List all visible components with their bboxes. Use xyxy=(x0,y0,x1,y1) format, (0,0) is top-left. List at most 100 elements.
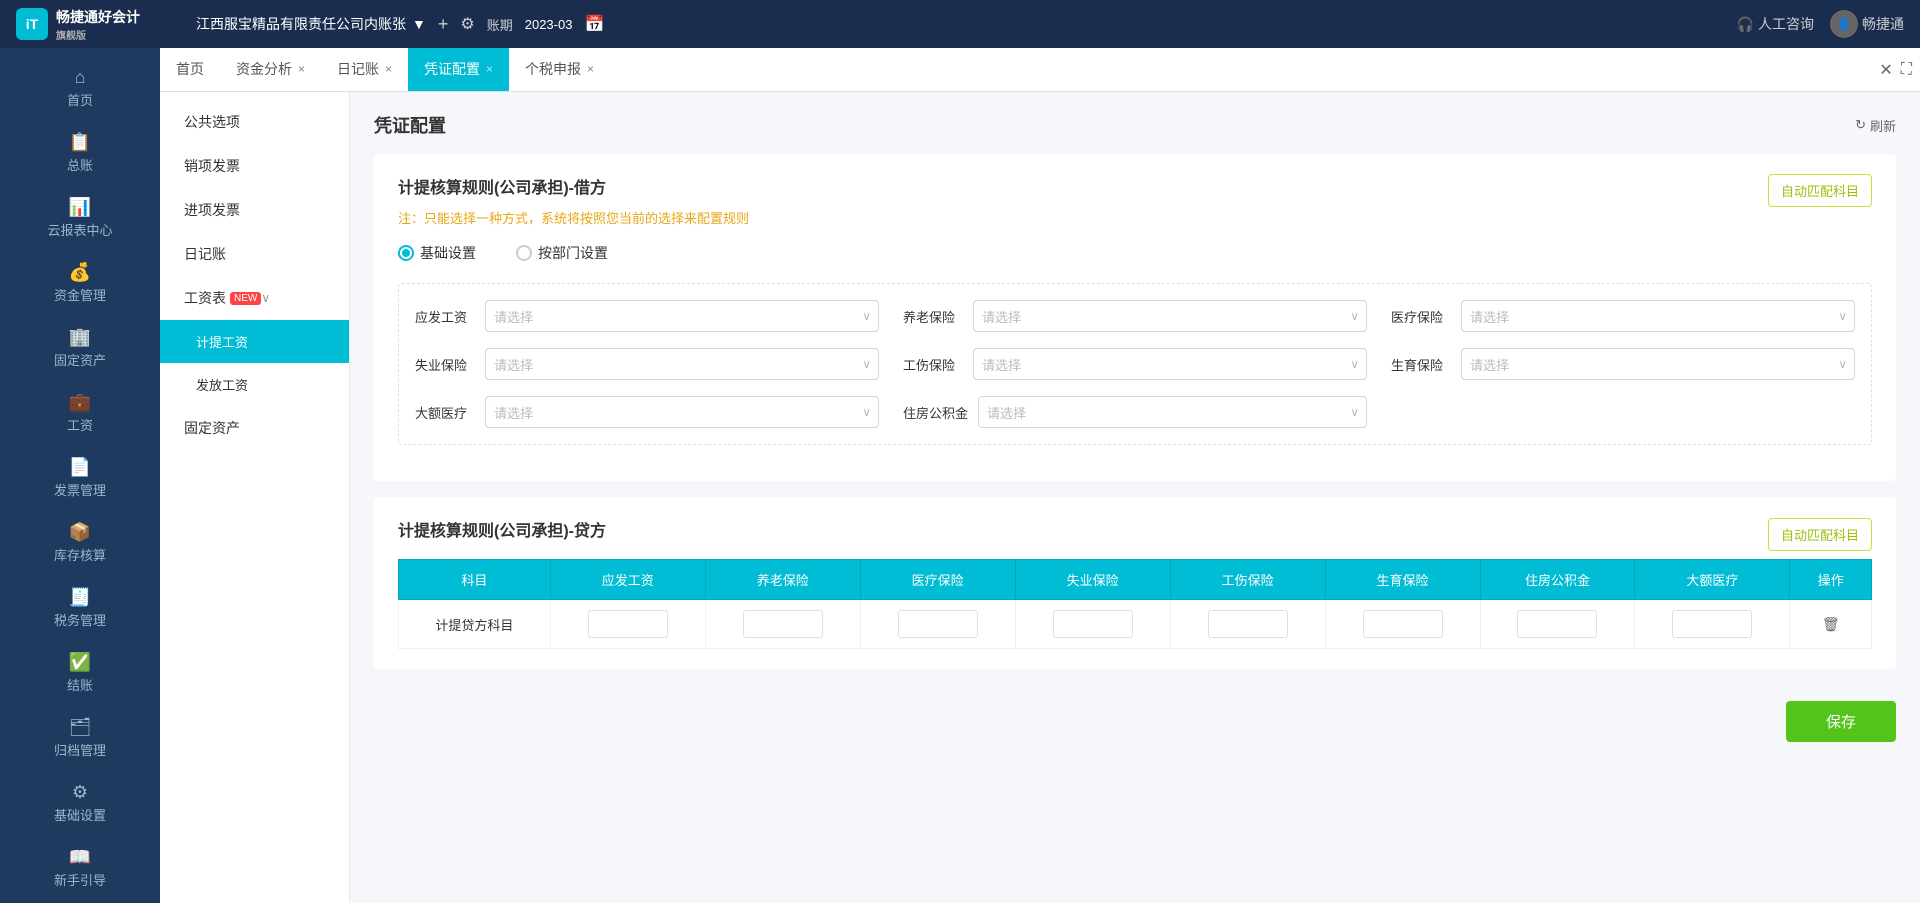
debit-auto-match-btn[interactable]: 自动匹配科目 xyxy=(1768,174,1872,207)
sidebar-label-report: 云报表中心 xyxy=(47,220,112,239)
support-btn[interactable]: 🎧 人工咨询 xyxy=(1737,14,1814,34)
radio-dept-circle xyxy=(516,245,532,261)
sidebar-item-settlement[interactable]: ✅ 结账 xyxy=(0,641,160,706)
calendar-icon[interactable]: 📅 xyxy=(584,14,604,34)
input-large-medical[interactable] xyxy=(1672,610,1752,638)
cell-pension-input xyxy=(705,600,860,649)
page-title-bar: 凭证配置 ↻ 刷新 xyxy=(374,112,1896,138)
app-logo: iT 畅捷通好会计 旗舰版 xyxy=(16,7,176,42)
input-maternity[interactable] xyxy=(1363,610,1443,638)
tab-fund-analysis-label: 资金分析 xyxy=(236,59,292,79)
select-unemployment[interactable]: 请选择 ∨ xyxy=(485,348,879,380)
fixed-assets-icon: 🏢 xyxy=(69,328,91,346)
delete-row-btn[interactable]: 🗑 xyxy=(1822,616,1840,632)
label-medical: 医疗保险 xyxy=(1391,307,1451,326)
radio-department[interactable]: 按部门设置 xyxy=(516,243,608,263)
tab-home[interactable]: 首页 xyxy=(160,48,220,91)
tab-tax-report-close[interactable]: × xyxy=(587,62,594,76)
input-payroll[interactable] xyxy=(588,610,668,638)
left-nav: 公共选项 销项发票 进项发票 日记账 工资表 NEW ∨ 计提工资 xyxy=(160,92,350,903)
sidebar-item-tax[interactable]: 🧾 税务管理 xyxy=(0,576,160,641)
select-medical[interactable]: 请选择 ∨ xyxy=(1461,300,1855,332)
nav-sales-invoice[interactable]: 销项发票 xyxy=(160,144,349,188)
radio-basic-circle xyxy=(398,245,414,261)
form-row-pension: 养老保险 请选择 ∨ xyxy=(903,300,1367,332)
tab-close-window[interactable]: ✕ xyxy=(1879,60,1892,80)
tab-voucher-config-label: 凭证配置 xyxy=(424,59,480,79)
radio-basic[interactable]: 基础设置 xyxy=(398,243,476,263)
company-selector[interactable]: 江西服宝精品有限责任公司内账张 ▼ xyxy=(196,14,426,34)
tab-expand[interactable]: ⛶ xyxy=(1901,61,1912,79)
tab-tax-report[interactable]: 个税申报 × xyxy=(509,48,610,91)
col-medical: 医疗保险 xyxy=(860,560,1015,600)
label-payroll: 应发工资 xyxy=(415,307,475,326)
add-button[interactable]: + xyxy=(438,14,449,35)
tab-journal[interactable]: 日记账 × xyxy=(321,48,408,91)
tab-home-label: 首页 xyxy=(176,59,204,79)
sidebar-label-salary: 工资 xyxy=(67,415,93,434)
sidebar-item-cloud-report[interactable]: 📊 云报表中心 xyxy=(0,186,160,251)
cell-medical-input xyxy=(860,600,1015,649)
input-unemployment[interactable] xyxy=(1053,610,1133,638)
sidebar-item-basic-settings[interactable]: ⚙ 基础设置 xyxy=(0,771,160,836)
debit-form-grid: 应发工资 请选择 ∨ 养老保险 请选择 ∨ xyxy=(398,283,1872,445)
select-housing-fund[interactable]: 请选择 ∨ xyxy=(978,396,1367,428)
input-housing-fund[interactable] xyxy=(1517,610,1597,638)
nav-fixed-assets[interactable]: 固定资产 xyxy=(160,406,349,450)
nav-calc-salary[interactable]: 计提工资 xyxy=(160,320,349,363)
refresh-button[interactable]: ↻ 刷新 xyxy=(1855,116,1896,135)
nav-public-options[interactable]: 公共选项 xyxy=(160,100,349,144)
form-row-payroll: 应发工资 请选择 ∨ xyxy=(415,300,879,332)
sidebar-label-settlement: 结账 xyxy=(67,675,93,694)
nav-salary-table-group[interactable]: 工资表 NEW ∨ xyxy=(160,276,349,320)
select-pension[interactable]: 请选择 ∨ xyxy=(973,300,1367,332)
select-maternity-display: 请选择 xyxy=(1461,348,1855,380)
sidebar-item-fund[interactable]: 💰 资金管理 xyxy=(0,251,160,316)
sidebar-item-general-ledger[interactable]: 📋 总账 xyxy=(0,121,160,186)
credit-auto-match-btn[interactable]: 自动匹配科目 xyxy=(1768,518,1872,551)
radio-group: 基础设置 按部门设置 xyxy=(398,243,1768,263)
report-icon: 📊 xyxy=(69,198,91,216)
select-work-injury[interactable]: 请选择 ∨ xyxy=(973,348,1367,380)
form-row-large-medical: 大额医疗 请选择 ∨ xyxy=(415,396,879,428)
radio-dept-label: 按部门设置 xyxy=(538,243,608,263)
nav-pay-salary[interactable]: 发放工资 xyxy=(160,363,349,406)
main-panel: 凭证配置 ↻ 刷新 计提核算规则(公司承担)-借方 注：只能选择一种方式，系统将… xyxy=(350,92,1920,903)
nav-journal[interactable]: 日记账 xyxy=(160,232,349,276)
headset-icon: 🎧 xyxy=(1737,16,1754,33)
sidebar-label-fund: 资金管理 xyxy=(54,285,106,304)
sidebar-item-salary[interactable]: 💼 工资 xyxy=(0,381,160,446)
select-payroll[interactable]: 请选择 ∨ xyxy=(485,300,879,332)
sidebar-item-archive[interactable]: 🗂 归档管理 xyxy=(0,706,160,771)
sidebar-item-guide[interactable]: 📖 新手引导 xyxy=(0,836,160,901)
sidebar-item-home[interactable]: ⌂ 首页 xyxy=(0,56,160,121)
fund-icon: 💰 xyxy=(69,263,91,281)
sidebar-label-fixed-assets: 固定资产 xyxy=(54,350,106,369)
input-medical[interactable] xyxy=(898,610,978,638)
tab-voucher-config-close[interactable]: × xyxy=(486,62,493,76)
user-info[interactable]: 👤 畅捷通 xyxy=(1830,10,1904,38)
save-button[interactable]: 保存 xyxy=(1786,701,1896,742)
app-name: 畅捷通好会计 xyxy=(56,9,140,25)
input-work-injury[interactable] xyxy=(1208,610,1288,638)
sidebar-item-inventory[interactable]: 📦 库存核算 xyxy=(0,511,160,576)
col-unemployment: 失业保险 xyxy=(1015,560,1170,600)
tab-fund-analysis[interactable]: 资金分析 × xyxy=(220,48,321,91)
label-unemployment: 失业保险 xyxy=(415,355,475,374)
col-subject: 科目 xyxy=(399,560,551,600)
input-pension[interactable] xyxy=(743,610,823,638)
radio-basic-label: 基础设置 xyxy=(420,243,476,263)
select-payroll-display: 请选择 xyxy=(485,300,879,332)
page-title: 凭证配置 xyxy=(374,112,446,138)
settings-icon[interactable]: ⚙ xyxy=(460,14,474,34)
tab-voucher-config[interactable]: 凭证配置 × xyxy=(408,48,509,91)
select-maternity[interactable]: 请选择 ∨ xyxy=(1461,348,1855,380)
nav-purchase-invoice[interactable]: 进项发票 xyxy=(160,188,349,232)
sidebar-item-invoice[interactable]: 📄 发票管理 xyxy=(0,446,160,511)
tab-bar-controls: ✕ ⛶ xyxy=(1871,48,1920,91)
sidebar-item-fixed-assets[interactable]: 🏢 固定资产 xyxy=(0,316,160,381)
select-large-medical[interactable]: 请选择 ∨ xyxy=(485,396,879,428)
page-body: 公共选项 销项发票 进项发票 日记账 工资表 NEW ∨ 计提工资 xyxy=(160,92,1920,903)
tab-fund-analysis-close[interactable]: × xyxy=(298,62,305,76)
tab-journal-close[interactable]: × xyxy=(385,62,392,76)
